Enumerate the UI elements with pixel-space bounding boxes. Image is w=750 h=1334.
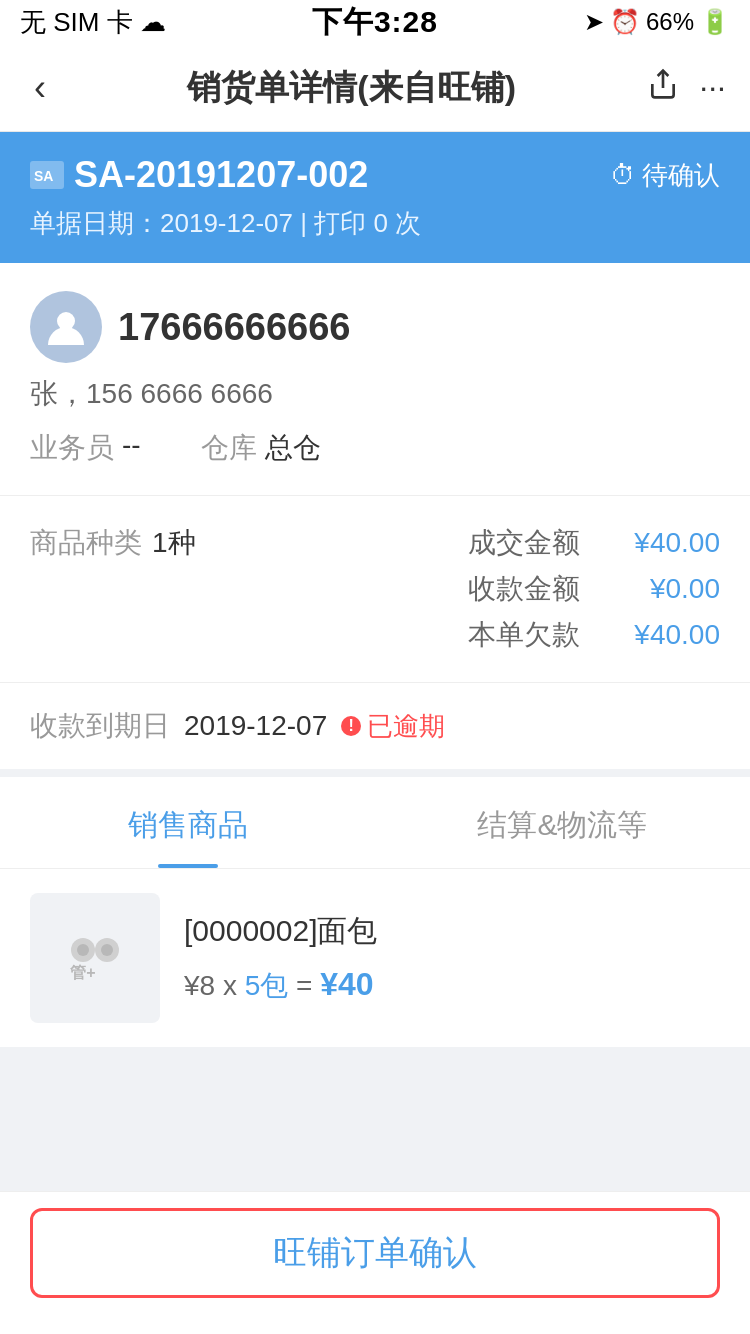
status-left: 无 SIM 卡 ☁ bbox=[20, 5, 166, 40]
order-date: 单据日期：2019-12-07 | 打印 0 次 bbox=[30, 206, 720, 241]
summary-section: 商品种类 1种 成交金额 ¥40.00 收款金额 ¥0.00 本单欠款 ¥40.… bbox=[0, 496, 750, 683]
alarm-icon: ⏰ bbox=[610, 8, 640, 36]
due-label: 收款到期日 bbox=[30, 707, 170, 745]
tab-settlement-logistics[interactable]: 结算&物流等 bbox=[375, 777, 750, 868]
status-right: ➤ ⏰ 66% 🔋 bbox=[584, 8, 730, 36]
owed-amount-label: 本单欠款 bbox=[468, 616, 580, 654]
product-info: [0000002]面包 ¥8 x 5包 = ¥40 bbox=[184, 911, 720, 1005]
page-title: 销货单详情(来自旺铺) bbox=[187, 65, 516, 111]
customer-name: 张，156 6666 6666 bbox=[30, 375, 720, 413]
summary-right: 成交金额 ¥40.00 收款金额 ¥0.00 本单欠款 ¥40.00 bbox=[468, 524, 720, 654]
product-type-value: 1种 bbox=[152, 524, 196, 562]
confirm-order-button[interactable]: 旺铺订单确认 bbox=[30, 1208, 720, 1298]
price-total: ¥40 bbox=[320, 966, 373, 1002]
svg-text:管+: 管+ bbox=[70, 964, 95, 981]
warehouse-value: 总仓 bbox=[265, 429, 321, 467]
nav-actions: ··· bbox=[647, 68, 726, 108]
customer-phone: 17666666666 bbox=[118, 306, 350, 349]
location-icon: ➤ bbox=[584, 8, 604, 36]
customer-meta: 业务员 -- 仓库 总仓 bbox=[30, 429, 720, 467]
back-button[interactable]: ‹ bbox=[24, 57, 56, 119]
overdue-icon: ! bbox=[341, 716, 361, 736]
tab-underline bbox=[158, 864, 218, 868]
price-multiply: x bbox=[223, 970, 245, 1001]
due-section: 收款到期日 2019-12-07 ! 已逾期 bbox=[0, 683, 750, 777]
due-date-value: 2019-12-07 bbox=[184, 710, 327, 742]
battery-icon: 🔋 bbox=[700, 8, 730, 36]
order-header: SA SA-20191207-002 ⏱ 待确认 单据日期：2019-12-07… bbox=[0, 132, 750, 263]
sim-label: 无 SIM 卡 ☁ bbox=[20, 5, 166, 40]
price-equals: = bbox=[296, 970, 320, 1001]
nav-bar: ‹ 销货单详情(来自旺铺) ··· bbox=[0, 44, 750, 132]
share-icon[interactable] bbox=[647, 68, 679, 108]
bottom-bar: 旺铺订单确认 bbox=[0, 1191, 750, 1334]
collected-amount-value: ¥0.00 bbox=[600, 573, 720, 605]
collected-amount-label: 收款金额 bbox=[468, 570, 580, 608]
overdue-badge: ! 已逾期 bbox=[341, 709, 445, 744]
salesperson-label: 业务员 bbox=[30, 429, 114, 467]
more-icon[interactable]: ··· bbox=[699, 69, 726, 106]
price-qty: 5包 bbox=[245, 970, 289, 1001]
owed-amount-value: ¥40.00 bbox=[600, 619, 720, 651]
status-time: 下午3:28 bbox=[312, 2, 438, 43]
warehouse-label: 仓库 bbox=[201, 429, 257, 467]
customer-section: 17666666666 张，156 6666 6666 业务员 -- 仓库 总仓 bbox=[0, 263, 750, 496]
deal-amount-label: 成交金额 bbox=[468, 524, 580, 562]
clock-icon: ⏱ bbox=[610, 160, 636, 191]
product-name: [0000002]面包 bbox=[184, 911, 720, 952]
svg-point-7 bbox=[101, 944, 113, 956]
product-item: 管+ [0000002]面包 ¥8 x 5包 = ¥40 bbox=[0, 869, 750, 1048]
status-bar: 无 SIM 卡 ☁ 下午3:28 ➤ ⏰ 66% 🔋 bbox=[0, 0, 750, 44]
order-id: SA SA-20191207-002 bbox=[30, 154, 368, 196]
battery-label: 66% bbox=[646, 8, 694, 36]
product-type-label: 商品种类 bbox=[30, 524, 142, 562]
overdue-label: 已逾期 bbox=[367, 709, 445, 744]
product-price: ¥8 x 5包 = ¥40 bbox=[184, 966, 720, 1005]
salesperson-value: -- bbox=[122, 429, 141, 467]
tab-sales-product[interactable]: 销售商品 bbox=[0, 777, 375, 868]
order-status: ⏱ 待确认 bbox=[610, 158, 720, 193]
product-image: 管+ bbox=[30, 893, 160, 1023]
avatar bbox=[30, 291, 102, 363]
tabs-section: 销售商品 结算&物流等 bbox=[0, 777, 750, 869]
svg-text:SA: SA bbox=[34, 168, 53, 184]
price-unit: ¥8 bbox=[184, 970, 215, 1001]
deal-amount-value: ¥40.00 bbox=[600, 527, 720, 559]
svg-point-5 bbox=[77, 944, 89, 956]
